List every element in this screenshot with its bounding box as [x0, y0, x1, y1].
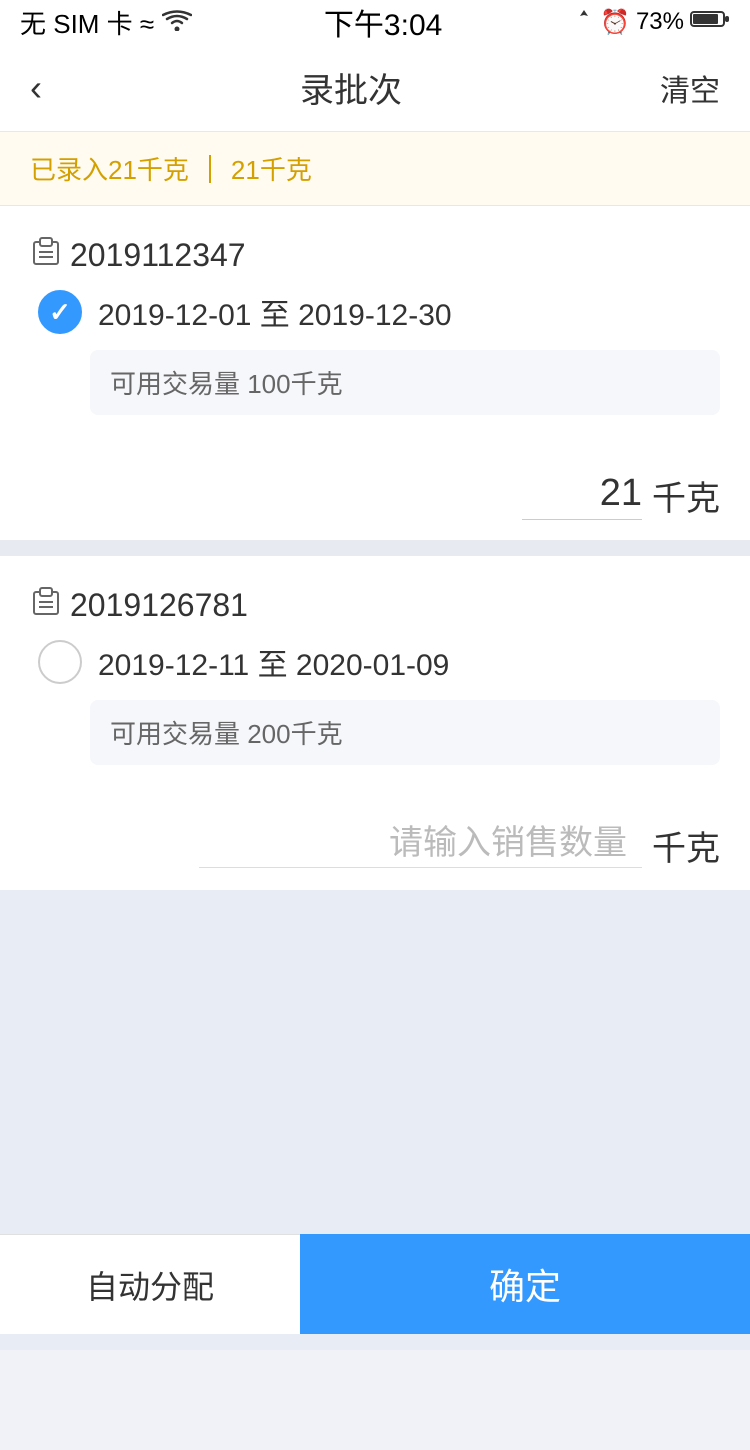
batch-date-row-2[interactable]: 2019-12-11 至 2020-01-09 [30, 640, 720, 684]
batch-date-1: 2019-12-01 至 2019-12-30 [98, 290, 452, 334]
info-banner: 已录入21千克 21千克 [0, 132, 750, 206]
battery-icon [690, 8, 730, 36]
nav-bar: ‹ 录批次 清空 [0, 44, 750, 132]
battery-text: 73% [636, 8, 684, 36]
recorded-value: 21千克 [231, 150, 312, 187]
batch-id-row-1: 2019112347 [30, 236, 720, 274]
clear-button[interactable]: 清空 [660, 66, 720, 110]
location-icon [574, 8, 594, 37]
status-bar: 无 SIM 卡 ≈ 下午3:04 ⏰ 73% [0, 0, 750, 44]
batch-icon-2 [30, 586, 62, 624]
avail-box-1: 可用交易量 100千克 [90, 350, 720, 415]
no-sim-text: 无 SIM 卡 ≈ [20, 4, 154, 41]
confirm-button[interactable]: 确定 [300, 1234, 750, 1334]
avail-box-2: 可用交易量 200千克 [90, 700, 720, 765]
quantity-unit-1: 千克 [652, 471, 720, 520]
quantity-row-1: 21 千克 [0, 451, 750, 540]
auto-distribute-button[interactable]: 自动分配 [0, 1234, 300, 1334]
batch-date-2: 2019-12-11 至 2020-01-09 [98, 640, 449, 684]
recorded-label: 已录入21千克 [30, 150, 189, 187]
quantity-value-1: 21 [600, 472, 642, 514]
separator-1 [0, 540, 750, 556]
batch-card-2: 2019126781 2019-12-11 至 2020-01-09 可用交易量… [0, 556, 750, 890]
bottom-bar: 自动分配 确定 [0, 1234, 750, 1334]
status-left: 无 SIM 卡 ≈ [20, 4, 192, 41]
back-button[interactable]: ‹ [30, 67, 42, 109]
batch-id-2: 2019126781 [70, 587, 248, 624]
quantity-display-1: 21 [522, 472, 642, 520]
batch-icon-1 [30, 236, 62, 274]
radio-1[interactable] [38, 290, 82, 334]
quantity-input-2[interactable] [199, 824, 642, 868]
batch-id-1: 2019112347 [70, 237, 246, 274]
batch-card-1: 2019112347 2019-12-01 至 2019-12-30 可用交易量… [0, 206, 750, 540]
status-time: 下午3:04 [324, 0, 442, 44]
banner-divider [209, 155, 211, 183]
batch-id-row-2: 2019126781 [30, 586, 720, 624]
input-row-2[interactable]: 千克 [0, 801, 750, 890]
batch-date-row-1[interactable]: 2019-12-01 至 2019-12-30 [30, 290, 720, 334]
input-unit-2: 千克 [652, 821, 720, 870]
page-title: 录批次 [300, 63, 402, 112]
radio-2[interactable] [38, 640, 82, 684]
wifi-icon [162, 7, 192, 38]
status-right: ⏰ 73% [574, 8, 730, 37]
alarm-icon: ⏰ [600, 8, 630, 37]
